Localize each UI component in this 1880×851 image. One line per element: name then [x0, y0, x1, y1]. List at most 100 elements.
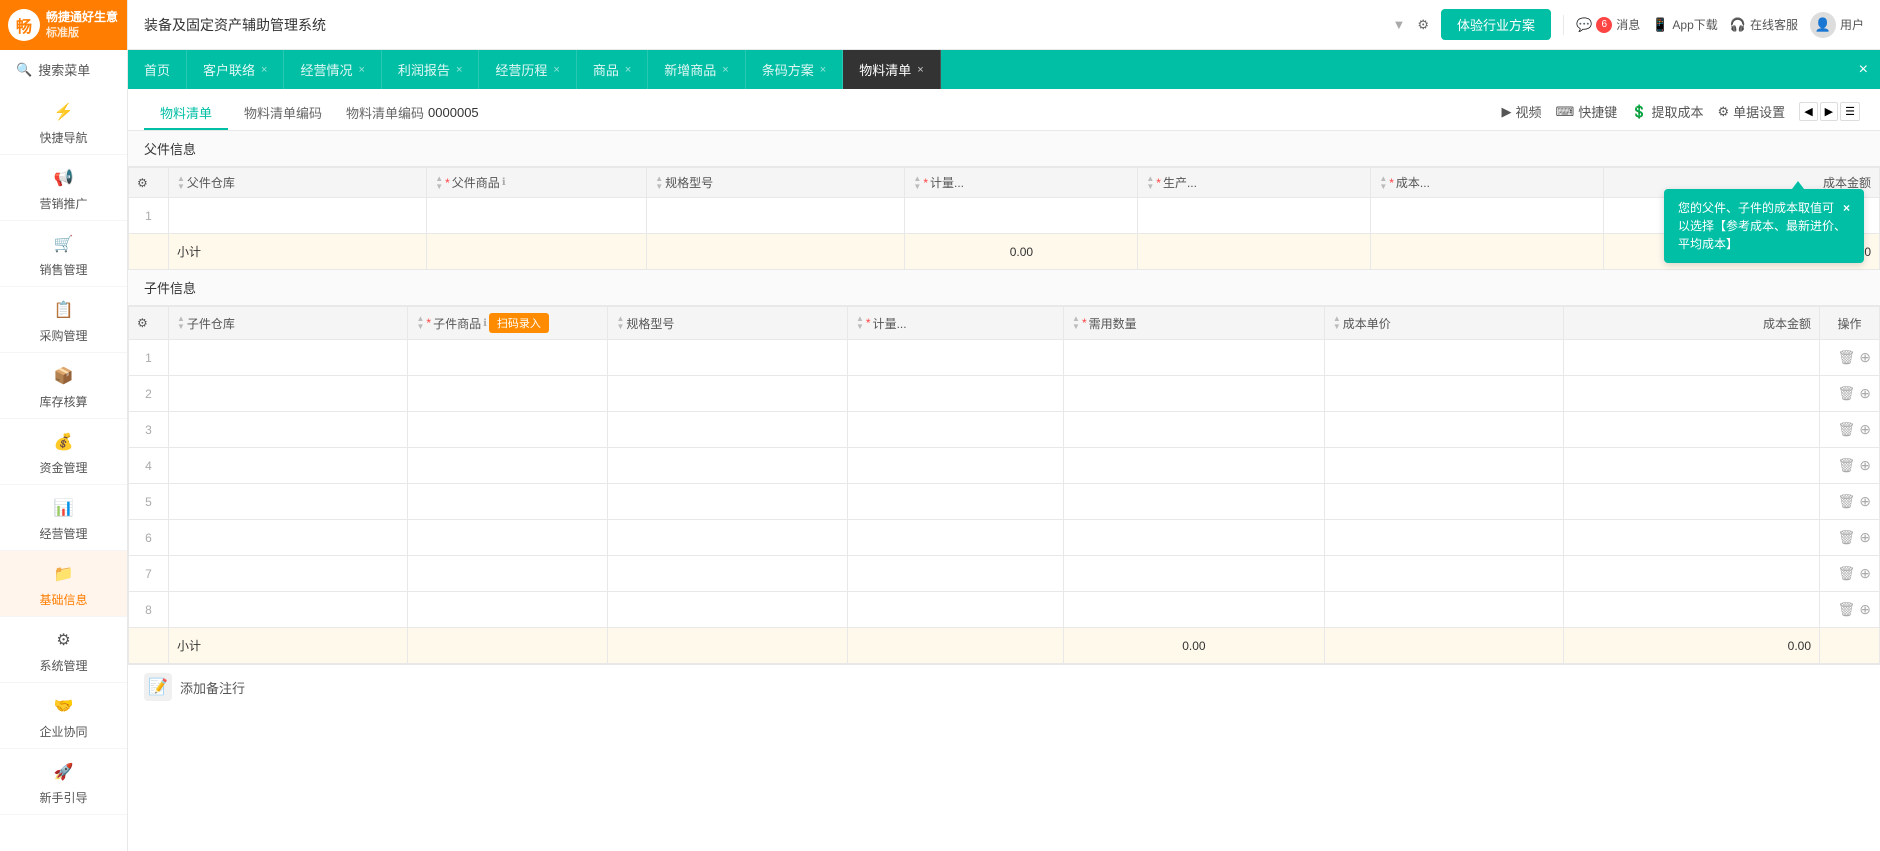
child-amount-5[interactable]: [1564, 484, 1820, 520]
child-spec-5[interactable]: [608, 484, 847, 520]
sub-tab-code[interactable]: 物料清单编码: [228, 97, 338, 130]
child-unit-6[interactable]: [847, 520, 1063, 556]
tab-profit[interactable]: 利润报告 ×: [382, 50, 479, 89]
delete-icon-3[interactable]: 🗑: [1837, 421, 1855, 438]
prev-btn[interactable]: ◀: [1799, 102, 1817, 121]
child-uprice-1[interactable]: [1324, 340, 1563, 376]
child-warehouse-7[interactable]: [169, 556, 408, 592]
child-amount-3[interactable]: [1564, 412, 1820, 448]
parent-warehouse-cell[interactable]: [169, 198, 427, 234]
child-unit-2[interactable]: [847, 376, 1063, 412]
system-dropdown-icon[interactable]: ▼: [1392, 17, 1405, 32]
shortcut-btn[interactable]: ⌨ 快捷键: [1556, 102, 1618, 121]
child-qty-4[interactable]: [1064, 448, 1325, 484]
delete-icon-5[interactable]: 🗑: [1837, 493, 1855, 510]
child-warehouse-4[interactable]: [169, 448, 408, 484]
view-btn[interactable]: ▶ 视频: [1502, 102, 1542, 121]
tab-profit-close[interactable]: ×: [456, 64, 462, 76]
child-uprice-7[interactable]: [1324, 556, 1563, 592]
menu-icon[interactable]: ☰: [1840, 102, 1860, 121]
sidebar-item-caigou[interactable]: 📋 采购管理: [0, 287, 127, 353]
child-qty-6[interactable]: [1064, 520, 1325, 556]
child-amount-7[interactable]: [1564, 556, 1820, 592]
copy-icon-6[interactable]: ⊕: [1859, 529, 1871, 546]
sidebar-item-zijin[interactable]: 💰 资金管理: [0, 419, 127, 485]
tab-goods[interactable]: 商品 ×: [577, 50, 648, 89]
delete-icon-2[interactable]: 🗑: [1837, 385, 1855, 402]
child-warehouse-2[interactable]: [169, 376, 408, 412]
child-qty-7[interactable]: [1064, 556, 1325, 592]
copy-icon-1[interactable]: ⊕: [1859, 349, 1871, 366]
sidebar-item-kuaijie[interactable]: ⚡ 快捷导航: [0, 89, 127, 155]
child-spec-8[interactable]: [608, 592, 847, 628]
sidebar-item-yingxiao[interactable]: 📢 营销推广: [0, 155, 127, 221]
child-unit-4[interactable]: [847, 448, 1063, 484]
user-area[interactable]: 👤 用户: [1810, 12, 1864, 38]
parent-unit-cell[interactable]: [905, 198, 1138, 234]
message-area[interactable]: 💬 6 消息: [1576, 16, 1640, 33]
sidebar-item-jichu[interactable]: 📁 基础信息: [0, 551, 127, 617]
tab-history[interactable]: 经营历程 ×: [479, 50, 576, 89]
delete-icon-8[interactable]: 🗑: [1837, 601, 1855, 618]
tab-customer[interactable]: 客户联络 ×: [187, 50, 284, 89]
tooltip-close[interactable]: ×: [1843, 199, 1850, 217]
child-warehouse-5[interactable]: [169, 484, 408, 520]
child-spec-7[interactable]: [608, 556, 847, 592]
sub-tab-bom[interactable]: 物料清单: [144, 97, 228, 130]
next-btn[interactable]: ▶: [1820, 102, 1838, 121]
copy-icon-2[interactable]: ⊕: [1859, 385, 1871, 402]
copy-icon-4[interactable]: ⊕: [1859, 457, 1871, 474]
copy-icon-7[interactable]: ⊕: [1859, 565, 1871, 582]
get-cost-btn[interactable]: 💲 提取成本: [1631, 102, 1703, 121]
child-qty-8[interactable]: [1064, 592, 1325, 628]
scan-input-btn[interactable]: 扫码录入: [489, 313, 549, 333]
child-uprice-8[interactable]: [1324, 592, 1563, 628]
tab-history-close[interactable]: ×: [553, 64, 559, 76]
child-amount-8[interactable]: [1564, 592, 1820, 628]
child-col-settings[interactable]: ⚙: [129, 307, 169, 340]
delete-icon-1[interactable]: 🗑: [1837, 349, 1855, 366]
delete-icon-4[interactable]: 🗑: [1837, 457, 1855, 474]
child-unit-1[interactable]: [847, 340, 1063, 376]
child-goods-1[interactable]: [408, 340, 608, 376]
settings-icon[interactable]: ⚙: [1417, 17, 1429, 33]
child-goods-3[interactable]: [408, 412, 608, 448]
sidebar-item-kucun[interactable]: 📦 库存核算: [0, 353, 127, 419]
tab-business-close[interactable]: ×: [358, 64, 364, 76]
online-service[interactable]: 🎧 在线客服: [1730, 16, 1798, 33]
child-spec-6[interactable]: [608, 520, 847, 556]
child-amount-4[interactable]: [1564, 448, 1820, 484]
child-warehouse-1[interactable]: [169, 340, 408, 376]
parent-cost-cell[interactable]: [1371, 198, 1604, 234]
copy-icon-5[interactable]: ⊕: [1859, 493, 1871, 510]
child-goods-4[interactable]: [408, 448, 608, 484]
child-amount-2[interactable]: [1564, 376, 1820, 412]
child-spec-4[interactable]: [608, 448, 847, 484]
child-goods-5[interactable]: [408, 484, 608, 520]
tab-new-goods[interactable]: 新增商品 ×: [648, 50, 745, 89]
trial-button[interactable]: 体验行业方案: [1441, 9, 1551, 40]
child-spec-2[interactable]: [608, 376, 847, 412]
sidebar-item-qiye[interactable]: 🤝 企业协同: [0, 683, 127, 749]
child-goods-info-icon[interactable]: ℹ: [483, 318, 487, 329]
copy-icon-8[interactable]: ⊕: [1859, 601, 1871, 618]
child-unit-3[interactable]: [847, 412, 1063, 448]
parent-produce-cell[interactable]: [1138, 198, 1371, 234]
child-goods-2[interactable]: [408, 376, 608, 412]
sidebar-item-xinshou[interactable]: 🚀 新手引导: [0, 749, 127, 815]
child-unit-7[interactable]: [847, 556, 1063, 592]
tab-home[interactable]: 首页: [128, 50, 187, 89]
child-spec-1[interactable]: [608, 340, 847, 376]
sidebar-item-xiaoshou[interactable]: 🛒 销售管理: [0, 221, 127, 287]
add-note-icon[interactable]: 📝: [144, 673, 172, 701]
child-unit-8[interactable]: [847, 592, 1063, 628]
child-warehouse-8[interactable]: [169, 592, 408, 628]
parent-goods-info-icon[interactable]: ℹ: [502, 177, 506, 188]
child-qty-5[interactable]: [1064, 484, 1325, 520]
child-warehouse-3[interactable]: [169, 412, 408, 448]
child-qty-2[interactable]: [1064, 376, 1325, 412]
child-qty-1[interactable]: [1064, 340, 1325, 376]
parent-goods-cell[interactable]: [427, 198, 647, 234]
copy-icon-3[interactable]: ⊕: [1859, 421, 1871, 438]
sidebar-item-jingying[interactable]: 📊 经营管理: [0, 485, 127, 551]
